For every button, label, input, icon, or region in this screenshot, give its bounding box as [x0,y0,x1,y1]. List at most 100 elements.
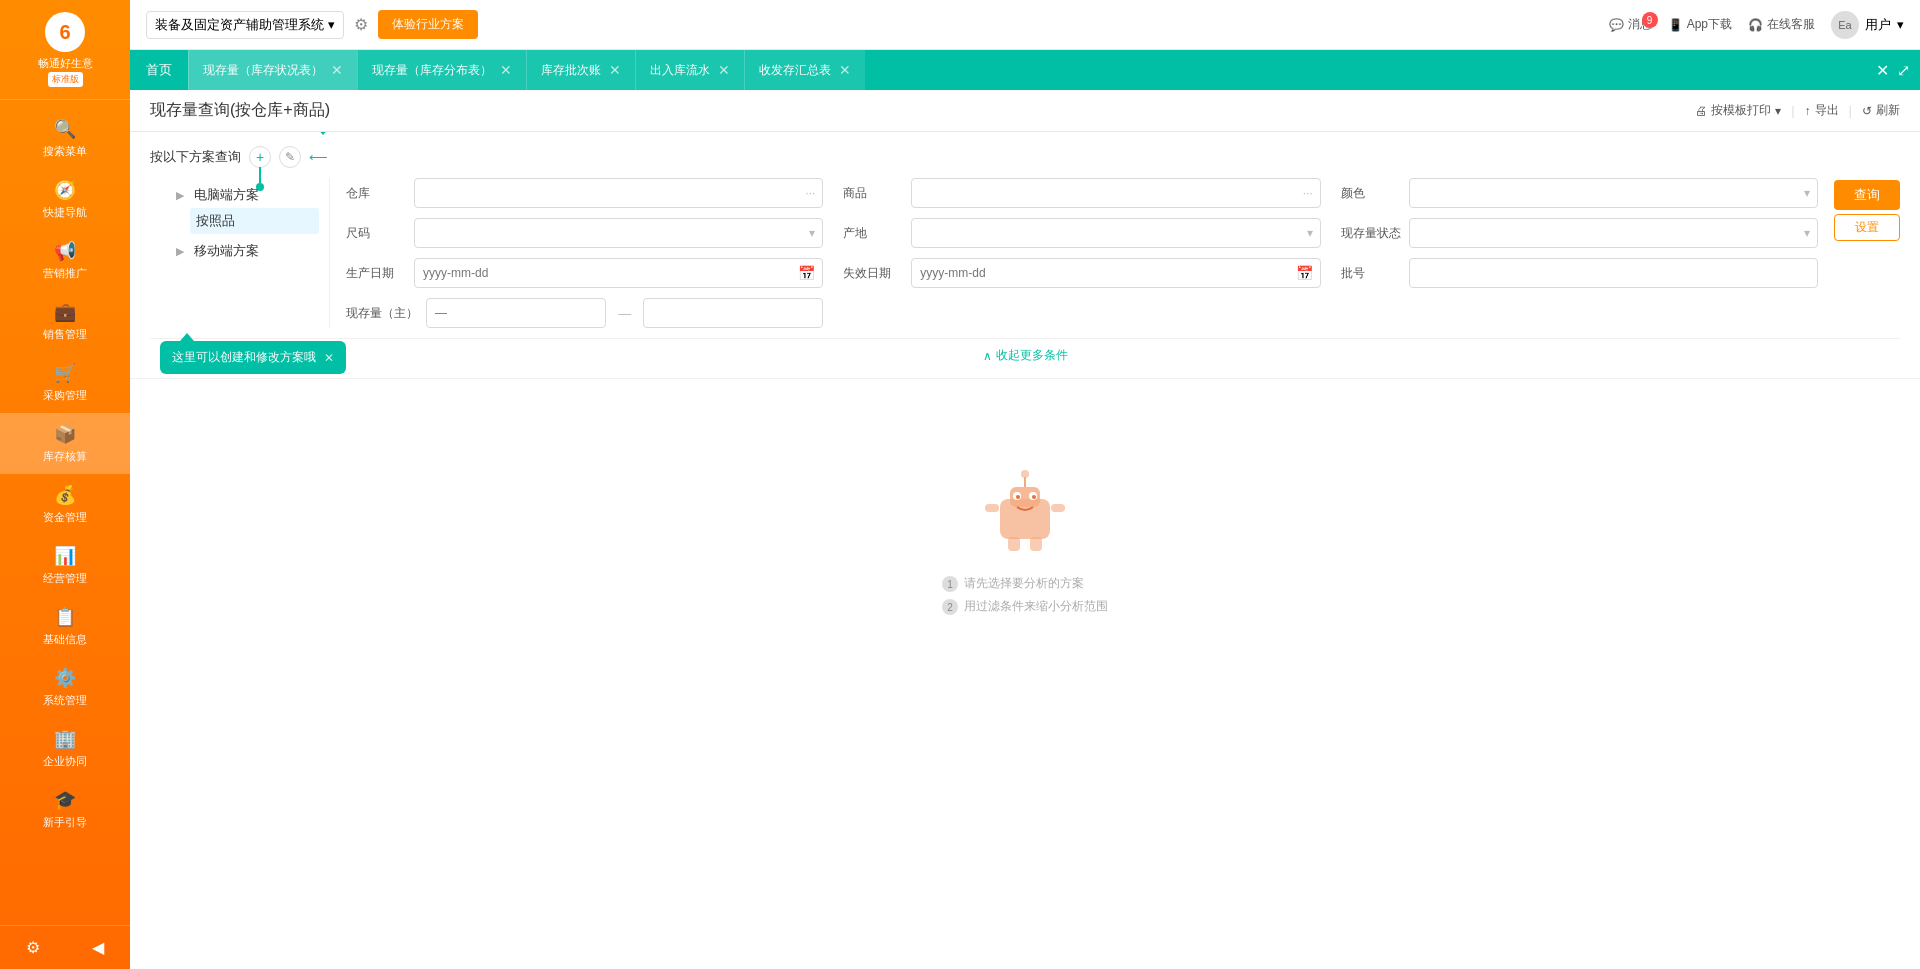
sidebar-item-finance[interactable]: 💰 资金管理 [0,474,130,535]
industry-btn[interactable]: 体验行业方案 [378,10,478,39]
empty-hint-list: 1 请先选择要分析的方案 2 用过滤条件来缩小分析范围 [942,575,1108,621]
svg-point-5 [1032,495,1036,499]
sidebar-item-label: 企业协同 [43,754,87,769]
tab-close-icon[interactable]: ✕ [718,62,730,78]
tab-close-icon[interactable]: ✕ [331,62,343,78]
sidebar-item-enterprise[interactable]: 🏢 企业协同 [0,718,130,779]
stock-main-label: 现存量（主） [346,305,418,322]
sidebar-item-system[interactable]: ⚙️ 系统管理 [0,657,130,718]
filter-row-expire-date: 失效日期 📅 [843,258,1320,288]
tab-home[interactable]: 首页 [130,50,188,90]
header-settings-icon[interactable]: ⚙ [354,15,368,34]
tab-close-icon[interactable]: ✕ [609,62,621,78]
sidebar-item-label: 基础信息 [43,632,87,647]
bell-icon: 💬 [1609,18,1624,32]
refresh-btn[interactable]: ↺ 刷新 [1862,102,1900,119]
sidebar-item-sales[interactable]: 💼 销售管理 [0,291,130,352]
hint-num-2: 2 [942,599,958,615]
settings-bottom-icon[interactable]: ⚙ [26,938,40,957]
tab-label: 出入库流水 [650,62,710,79]
product-select-wrap: ··· [911,178,1320,208]
notifications-btn[interactable]: 💬 消息 9 [1609,16,1652,33]
tab-receive-send-summary[interactable]: 收发存汇总表 ✕ [744,50,865,90]
color-select-wrap: ▾ [1409,178,1818,208]
tree-toggle-icon: ▶ [176,189,188,202]
marketing-icon: 📢 [54,240,76,262]
chevron-down-icon5: ▾ [1804,226,1810,240]
tab-inventory-batch[interactable]: 库存批次账 ✕ [526,50,635,90]
stock-status-input[interactable] [1409,218,1818,248]
sidebar-item-label: 采购管理 [43,388,87,403]
produce-date-input[interactable] [414,258,823,288]
top-header-left: 装备及固定资产辅助管理系统 ▾ ⚙ 体验行业方案 [146,10,478,39]
collapse-sidebar-icon[interactable]: ◀ [92,938,104,957]
reset-btn[interactable]: 设置 [1834,214,1900,241]
export-btn[interactable]: ↑ 导出 [1805,102,1839,119]
guide-icon: 🧭 [54,179,76,201]
filter-add-btn[interactable]: + [249,146,271,168]
warehouse-input[interactable] [414,178,823,208]
stock-main-end[interactable] [643,298,823,328]
tab-inventory-distribution[interactable]: 现存量（库存分布表） ✕ [357,50,526,90]
chevron-down-icon: ▾ [1897,17,1904,32]
sidebar-item-purchase[interactable]: 🛒 采购管理 [0,352,130,413]
origin-label: 产地 [843,225,903,242]
export-icon: ↑ [1805,104,1811,118]
sidebar-item-label: 系统管理 [43,693,87,708]
filter-label: 按以下方案查询 [150,148,241,166]
top-header-right: 💬 消息 9 📱 App下载 🎧 在线客服 Ea 用户 ▾ [1609,11,1904,39]
user-info[interactable]: Ea 用户 ▾ [1831,11,1904,39]
sidebar-item-inventory[interactable]: 📦 库存核算 [0,413,130,474]
tab-bar: 首页 现存量（库存状况表） ✕ 现存量（库存分布表） ✕ 库存批次账 ✕ 出入库… [130,50,1920,90]
filter-row-stock-status: 现存量状态 ▾ [1341,218,1818,248]
phone-icon: 📱 [1668,18,1683,32]
origin-select-wrap: ▾ [911,218,1320,248]
scheme-tree-desktop[interactable]: ▶ 电脑端方案 [170,182,319,208]
search-icon: 🔍 [54,118,76,140]
scheme-tree-child-1[interactable]: 按照品 [190,208,319,234]
collapse-btn[interactable]: ∧ 收起更多条件 [150,347,1900,364]
sidebar-item-label: 库存核算 [43,449,87,464]
tab-inventory-status[interactable]: 现存量（库存状况表） ✕ [188,50,357,90]
svg-rect-9 [1030,537,1042,551]
product-input[interactable] [911,178,1320,208]
sidebar-item-marketing[interactable]: 📢 营销推广 [0,230,130,291]
sidebar-item-operation[interactable]: 📊 经营管理 [0,535,130,596]
tab-close-icon[interactable]: ✕ [839,62,851,78]
sidebar-item-newbie[interactable]: 🎓 新手引导 [0,779,130,840]
filter-edit-btn[interactable]: ✎ [279,146,301,168]
expire-date-input[interactable] [911,258,1320,288]
app-download-btn[interactable]: 📱 App下载 [1668,16,1732,33]
system-selector[interactable]: 装备及固定资产辅助管理系统 ▾ [146,11,344,39]
maximize-icon[interactable]: ⤢ [1897,61,1910,80]
produce-date-label: 生产日期 [346,265,406,282]
action-divider: | [1791,103,1794,118]
print-btn[interactable]: 🖨 按模板打印 ▾ [1695,102,1781,119]
filter-arrow-btn[interactable]: ⟵ [309,150,328,165]
product-label: 商品 [843,185,903,202]
collapse-arrow-icon: ∧ [983,349,992,363]
sidebar-item-basic[interactable]: 📋 基础信息 [0,596,130,657]
close-tab-icon[interactable]: ✕ [1876,61,1889,80]
online-support-btn[interactable]: 🎧 在线客服 [1748,16,1815,33]
filter-row-produce-date: 生产日期 📅 [346,258,823,288]
batch-input[interactable] [1409,258,1818,288]
tab-close-icon[interactable]: ✕ [500,62,512,78]
page-actions: 🖨 按模板打印 ▾ | ↑ 导出 | ↺ 刷新 [1695,102,1900,119]
tree-mobile-label: 移动端方案 [194,242,259,260]
page-header: 现存量查询(按仓库+商品) 🖨 按模板打印 ▾ | ↑ 导出 | ↺ 刷新 [130,90,1920,132]
origin-input[interactable] [911,218,1320,248]
tab-inout-flow[interactable]: 出入库流水 ✕ [635,50,744,90]
tooltip-close-2[interactable]: ✕ [324,351,334,365]
search-btn[interactable]: 查询 [1834,180,1900,210]
color-input[interactable] [1409,178,1818,208]
scheme-tree-mobile[interactable]: ▶ 移动端方案 [170,238,319,264]
size-input[interactable] [414,218,823,248]
sidebar-item-label: 经营管理 [43,571,87,586]
stock-main-start[interactable] [426,298,606,328]
sidebar-item-guide[interactable]: 🧭 快捷导航 [0,169,130,230]
sidebar-item-search[interactable]: 🔍 搜索菜单 [0,108,130,169]
tooltip-text-2: 这里可以创建和修改方案哦 [172,349,316,366]
sidebar-item-label: 营销推广 [43,266,87,281]
app-download-label: App下载 [1687,16,1732,33]
